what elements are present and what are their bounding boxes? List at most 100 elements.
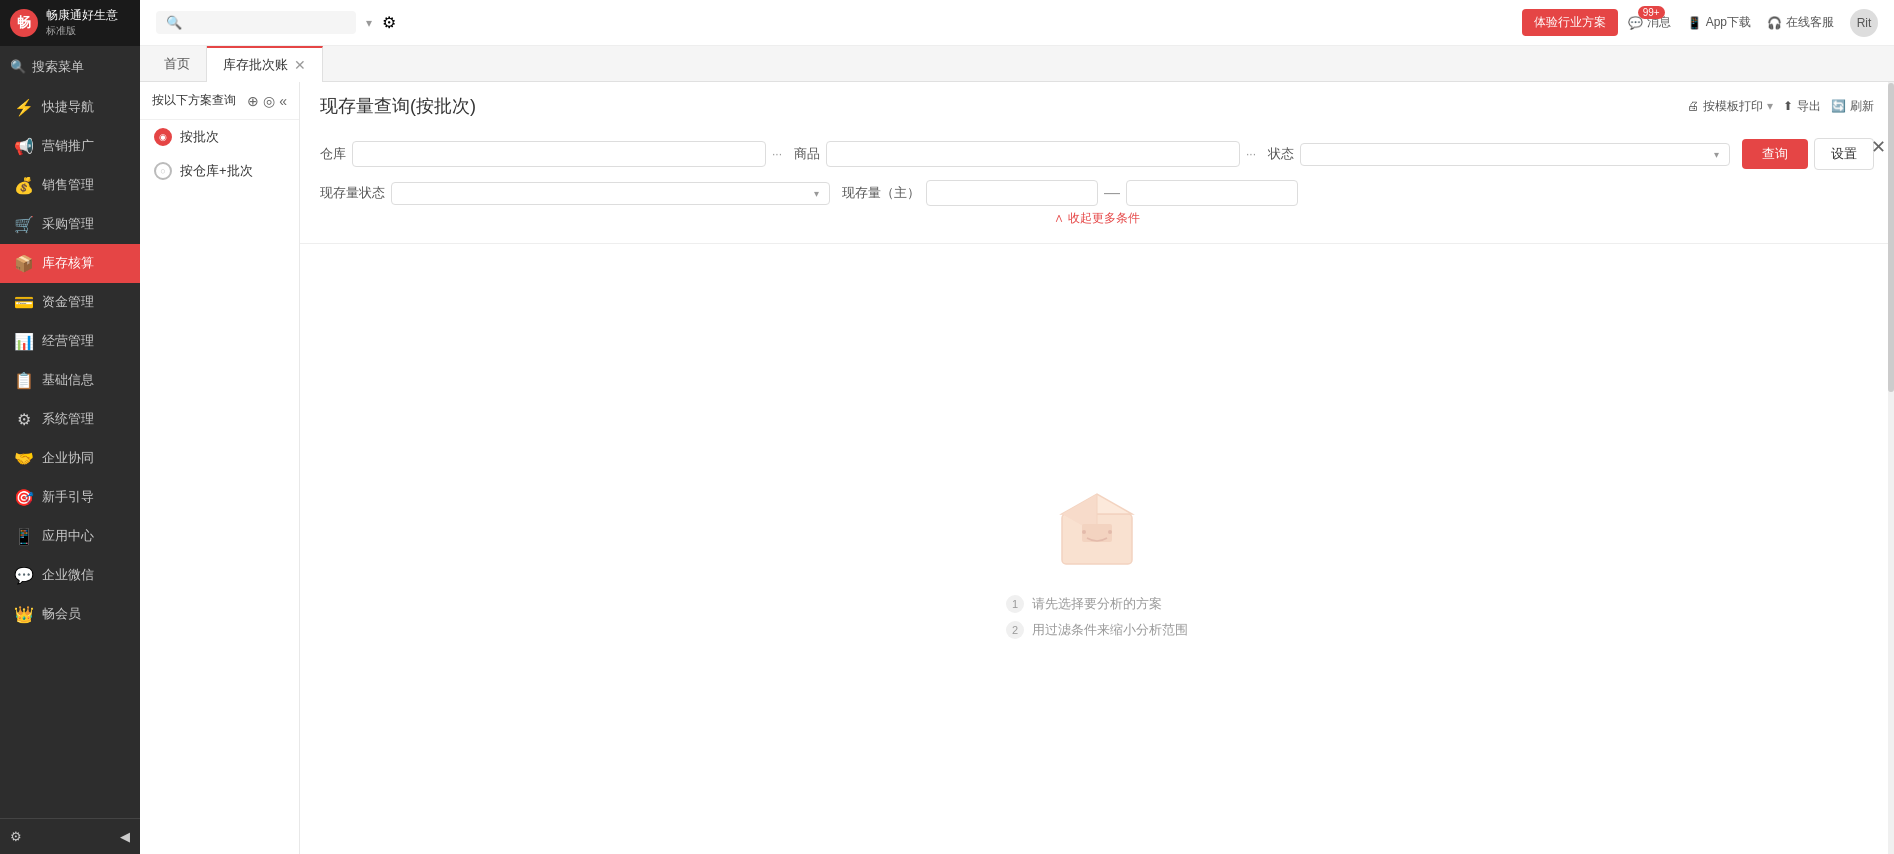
filter-collapse-btn[interactable]: ∧ 收起更多条件 — [320, 206, 1874, 231]
sidebar-item-base[interactable]: 📋 基础信息 — [0, 361, 140, 400]
sidebar-item-operations[interactable]: 📊 经营管理 — [0, 322, 140, 361]
topbar-search[interactable]: 🔍 — [156, 11, 356, 34]
export-icon: ⬆ — [1783, 99, 1793, 113]
app-subtitle: 标准版 — [46, 24, 118, 38]
sidebar-item-member[interactable]: 👑 畅会员 — [0, 595, 140, 634]
experience-btn[interactable]: 体验行业方案 — [1522, 9, 1618, 36]
sidebar-wechat-label: 企业微信 — [42, 566, 94, 584]
collapse-icon: ∧ — [1054, 211, 1067, 225]
user-avatar-action[interactable]: Rit — [1850, 9, 1878, 37]
right-scrollbar[interactable] — [1888, 82, 1894, 854]
sidebar-purchase-icon: 🛒 — [14, 215, 34, 234]
sidebar-collapse-icon[interactable]: ◀ — [120, 829, 130, 844]
add-scheme-icon[interactable]: ⊕ — [247, 93, 259, 109]
print-chevron-icon: ▾ — [1767, 99, 1773, 113]
sidebar-search-area[interactable]: 🔍 搜索菜单 — [0, 46, 140, 88]
warehouse-input[interactable] — [352, 141, 766, 167]
sidebar-purchase-label: 采购管理 — [42, 215, 94, 233]
tab-home-label: 首页 — [164, 55, 190, 73]
collapse-panel-icon[interactable]: « — [279, 93, 287, 109]
tab-inventory-batch-close[interactable]: ✕ — [294, 57, 306, 73]
right-panel: 现存量查询(按批次) 🖨 按模板打印 ▾ ⬆ 导出 🔄 刷新 — [300, 82, 1894, 854]
sidebar-bottom: ⚙ ◀ — [0, 818, 140, 854]
svg-point-5 — [1082, 530, 1086, 534]
sidebar-guide-icon: 🎯 — [14, 488, 34, 507]
sidebar-inventory-label: 库存核算 — [42, 254, 94, 272]
left-panel-by-warehouse-batch-label: 按仓库+批次 — [180, 162, 253, 180]
inventory-qty-filter-group: 现存量（主） — — [842, 180, 1352, 206]
sidebar-sales-label: 销售管理 — [42, 176, 94, 194]
refresh-label: 刷新 — [1850, 98, 1874, 115]
sidebar-system-icon: ⚙ — [14, 410, 34, 429]
sidebar-wechat-icon: 💬 — [14, 566, 34, 585]
sidebar-quick-nav-icon: ⚡ — [14, 98, 34, 117]
hint-num-1: 1 — [1006, 595, 1024, 613]
sidebar-item-finance[interactable]: 💳 资金管理 — [0, 283, 140, 322]
sidebar-settings-icon[interactable]: ⚙ — [10, 829, 22, 844]
collapse-label: 收起更多条件 — [1068, 211, 1140, 225]
refresh-icon: 🔄 — [1831, 99, 1846, 113]
sidebar-operations-label: 经营管理 — [42, 332, 94, 350]
left-panel-actions: ⊕ ◎ « — [247, 93, 287, 109]
online-support-action[interactable]: 🎧 在线客服 — [1767, 14, 1834, 31]
warehouse-more-icon[interactable]: ··· — [772, 147, 782, 161]
filter-row-2: 现存量状态 ▾ 现存量（主） — — [320, 180, 1874, 206]
main-area: 🔍 ▾ ⚙ 体验行业方案 💬 消息 99+ 📱 App下载 🎧 在线客服 R — [140, 0, 1894, 854]
inventory-status-select[interactable]: ▾ — [391, 182, 830, 205]
print-button[interactable]: 🖨 按模板打印 ▾ — [1687, 98, 1773, 115]
sidebar-item-marketing[interactable]: 📢 营销推广 — [0, 127, 140, 166]
sidebar-item-app-center[interactable]: 📱 应用中心 — [0, 517, 140, 556]
refresh-button[interactable]: 🔄 刷新 — [1831, 98, 1874, 115]
messages-action[interactable]: 💬 消息 99+ — [1628, 14, 1671, 31]
export-button[interactable]: ⬆ 导出 — [1783, 98, 1821, 115]
topbar-search-icon: 🔍 — [166, 15, 182, 30]
panel-close-button[interactable]: ✕ — [1871, 136, 1886, 158]
sidebar-app-center-icon: 📱 — [14, 527, 34, 546]
query-button[interactable]: 查询 — [1742, 139, 1808, 169]
sidebar-operations-icon: 📊 — [14, 332, 34, 351]
sidebar-item-inventory[interactable]: 📦 库存核算 — [0, 244, 140, 283]
sidebar-item-sales[interactable]: 💰 销售管理 — [0, 166, 140, 205]
product-input[interactable] — [826, 141, 1240, 167]
sidebar-item-system[interactable]: ⚙ 系统管理 — [0, 400, 140, 439]
avatar[interactable]: Rit — [1850, 9, 1878, 37]
sidebar-item-purchase[interactable]: 🛒 采购管理 — [0, 205, 140, 244]
settings-scheme-icon[interactable]: ◎ — [263, 93, 275, 109]
empty-svg — [1037, 459, 1157, 579]
status-dropdown-icon: ▾ — [1714, 149, 1719, 160]
svg-point-6 — [1108, 530, 1112, 534]
sidebar-app-center-label: 应用中心 — [42, 527, 94, 545]
settings-button[interactable]: 设置 — [1814, 138, 1874, 170]
sidebar: 畅 畅康通好生意 标准版 🔍 搜索菜单 ⚡ 快捷导航 📢 营销推广 💰 销售管理… — [0, 0, 140, 854]
sidebar-item-collab[interactable]: 🤝 企业协同 — [0, 439, 140, 478]
status-select[interactable]: ▾ — [1300, 143, 1730, 166]
empty-hint-2: 2 用过滤条件来缩小分析范围 — [1006, 621, 1188, 639]
sidebar-item-quick-nav[interactable]: ⚡ 快捷导航 — [0, 88, 140, 127]
sidebar-item-wechat[interactable]: 💬 企业微信 — [0, 556, 140, 595]
tabbar: 首页 库存批次账 ✕ — [140, 46, 1894, 82]
topbar-gear-icon[interactable]: ⚙ — [382, 13, 396, 32]
print-icon: 🖨 — [1687, 99, 1699, 113]
topbar-search-input[interactable] — [188, 16, 328, 30]
inventory-qty-from-input[interactable] — [926, 180, 1098, 206]
inventory-qty-to-input[interactable] — [1126, 180, 1298, 206]
sidebar-search-button[interactable]: 🔍 搜索菜单 — [10, 54, 130, 80]
left-panel-item-by-warehouse-batch[interactable]: ○ 按仓库+批次 — [140, 154, 299, 188]
tab-inventory-batch-label: 库存批次账 — [223, 56, 288, 74]
app-title: 畅康通好生意 — [46, 8, 118, 24]
headset-icon: 🎧 — [1767, 16, 1782, 30]
left-panel-item-by-batch[interactable]: ◉ 按批次 — [140, 120, 299, 154]
page-title: 现存量查询(按批次) — [320, 94, 476, 118]
sidebar-item-guide[interactable]: 🎯 新手引导 — [0, 478, 140, 517]
app-download-action[interactable]: 📱 App下载 — [1687, 14, 1751, 31]
warehouse-label: 仓库 — [320, 145, 346, 163]
tab-home[interactable]: 首页 — [148, 46, 207, 82]
sidebar-header: 畅 畅康通好生意 标准版 — [0, 0, 140, 46]
topbar-chevron-icon[interactable]: ▾ — [366, 16, 372, 30]
app-info: 畅康通好生意 标准版 — [46, 8, 118, 38]
scrollbar-thumb — [1888, 83, 1894, 392]
tab-inventory-batch[interactable]: 库存批次账 ✕ — [207, 46, 323, 82]
app-download-label: App下载 — [1706, 14, 1751, 31]
product-more-icon[interactable]: ··· — [1246, 147, 1256, 161]
sidebar-marketing-label: 营销推广 — [42, 137, 94, 155]
